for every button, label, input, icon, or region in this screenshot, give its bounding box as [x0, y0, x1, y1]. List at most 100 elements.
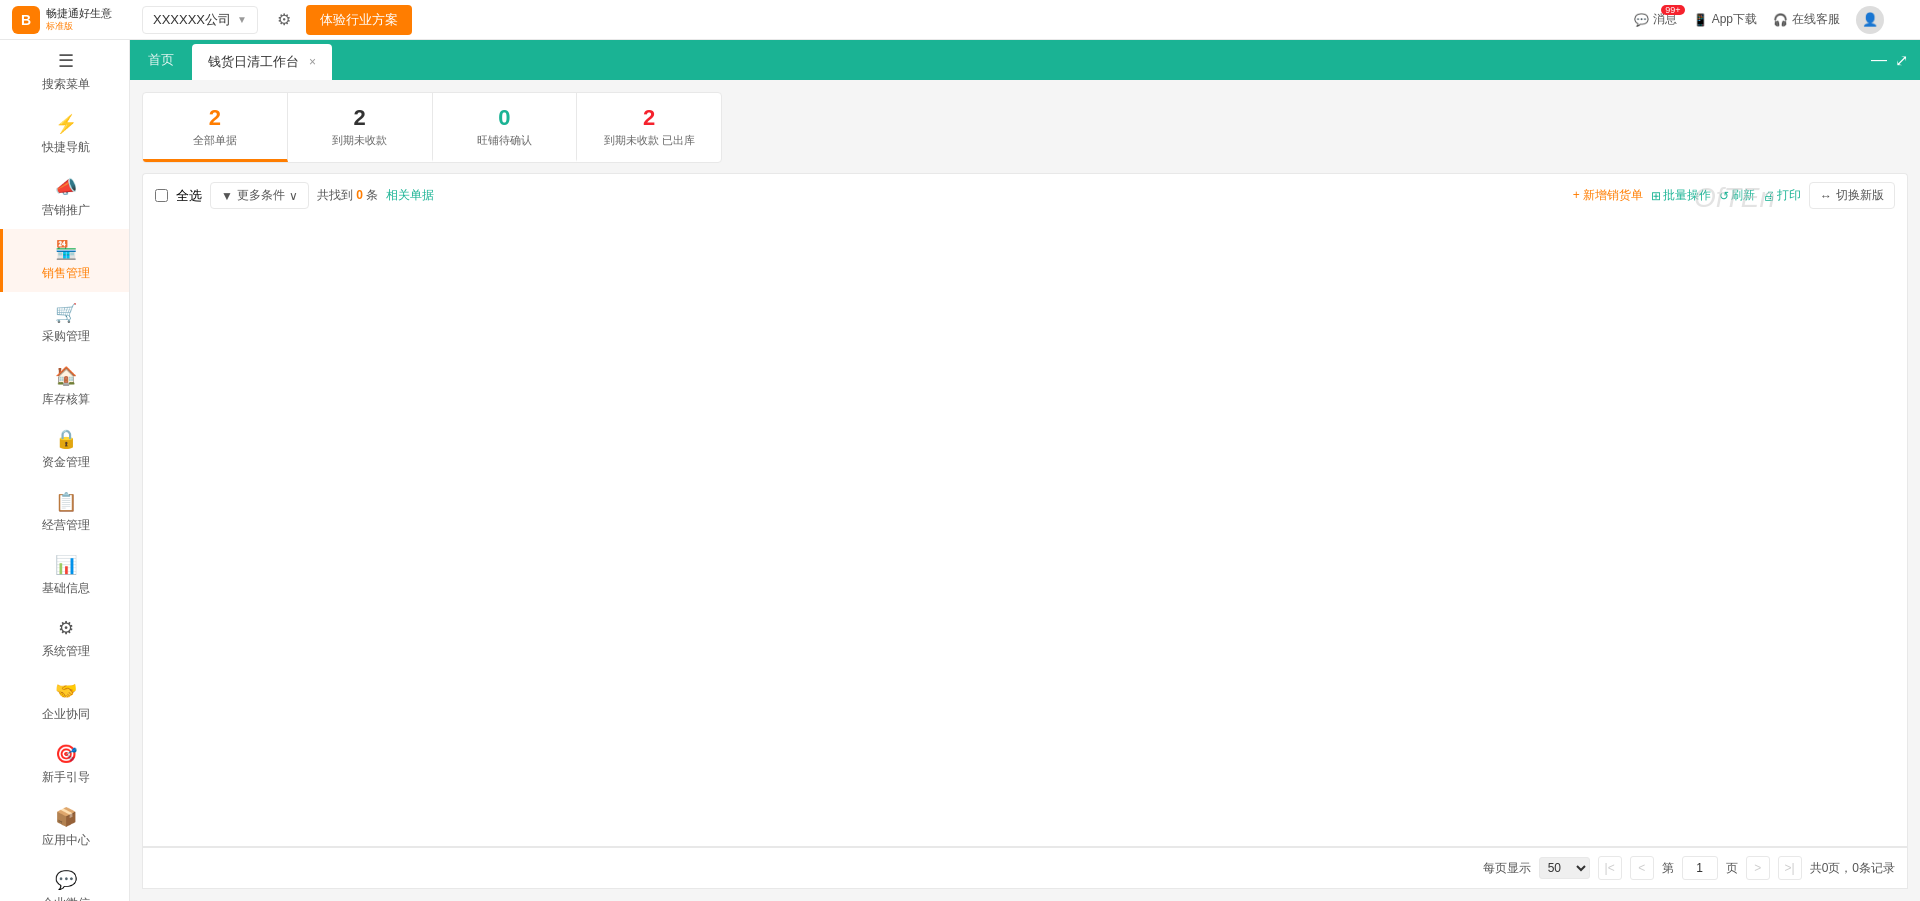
- more-filter-button[interactable]: ▼ 更多条件 ∨: [210, 182, 309, 209]
- app-download-button[interactable]: 📱 App下载: [1693, 11, 1757, 28]
- stat-number-unshipped: 2: [597, 105, 701, 131]
- sidebar-item-system[interactable]: ⚙ 系统管理: [0, 607, 129, 670]
- message-button[interactable]: 💬 消息 99+: [1634, 11, 1677, 28]
- tab-label: 钱货日清工作台: [208, 53, 299, 71]
- message-icon: 💬: [1634, 13, 1649, 27]
- sidebar-label-capital: 资金管理: [42, 454, 90, 471]
- sidebar-item-purchase[interactable]: 🛒 采购管理: [0, 292, 129, 355]
- stats-row: 2 全部单据 2 到期未收款 0 旺铺待确认 2 到期未收款 已出库: [142, 92, 722, 163]
- pagination-bar: 每页显示 50 20 100 |< < 第 页 > >| 共0页，0条记录: [142, 847, 1908, 889]
- filter-label: 更多条件: [237, 187, 285, 204]
- sidebar-item-beginner[interactable]: 🎯 新手引导: [0, 733, 129, 796]
- stat-label-all: 全部单据: [163, 133, 267, 147]
- page-unit: 页: [1726, 860, 1738, 877]
- found-text: 共找到 0 条: [317, 187, 378, 204]
- tab-home[interactable]: 首页: [130, 40, 192, 80]
- new-sales-order-button[interactable]: + 新增销货单: [1573, 187, 1643, 204]
- avatar[interactable]: 👤: [1856, 6, 1884, 34]
- sidebar-label-marketing: 营销推广: [42, 202, 90, 219]
- tab-actions: — ⤢: [1871, 40, 1920, 80]
- sidebar-label-enterprise-coop: 企业协同: [42, 706, 90, 723]
- settings-icon[interactable]: ⚙: [270, 6, 298, 34]
- tab-bar: 首页 钱货日清工作台 × — ⤢: [130, 40, 1920, 80]
- page-text: 第: [1662, 860, 1674, 877]
- batch-operation-button[interactable]: ⊞ 批量操作: [1651, 187, 1711, 204]
- capital-icon: 🔒: [55, 428, 77, 450]
- logo-area: B 畅捷通好生意 标准版: [12, 6, 142, 34]
- sidebar-label-beginner: 新手引导: [42, 769, 90, 786]
- toolbar-right: + 新增销货单 ⊞ 批量操作 ↺ 刷新 🖨 打印 ↔: [1573, 182, 1895, 209]
- tab-maximize-icon[interactable]: ⤢: [1895, 51, 1908, 70]
- stat-card-overdue-unpaid[interactable]: 2 到期未收款: [288, 93, 433, 162]
- service-icon: 🎧: [1773, 13, 1788, 27]
- stat-label-unshipped: 到期未收款 已出库: [597, 133, 701, 147]
- page-content: 2 全部单据 2 到期未收款 0 旺铺待确认 2 到期未收款 已出库: [130, 80, 1920, 901]
- app-download-icon: 📱: [1693, 13, 1708, 27]
- company-selector[interactable]: XXXXXX公司 ▼: [142, 6, 258, 34]
- sidebar-label-ops: 经营管理: [42, 517, 90, 534]
- purchase-icon: 🛒: [55, 302, 77, 324]
- related-orders-link[interactable]: 相关单据: [386, 187, 434, 204]
- quick-nav-icon: ⚡: [55, 113, 77, 135]
- next-page-button[interactable]: >: [1746, 856, 1770, 880]
- logo-icon: B: [12, 6, 40, 34]
- select-all-checkbox[interactable]: [155, 189, 168, 202]
- refresh-button[interactable]: ↺ 刷新: [1719, 187, 1755, 204]
- sidebar-label-sales: 销售管理: [42, 265, 90, 282]
- sidebar-item-marketing[interactable]: 📣 营销推广: [0, 166, 129, 229]
- switch-version-button[interactable]: ↔ 切换新版: [1809, 182, 1895, 209]
- app-center-icon: 📦: [55, 806, 77, 828]
- stat-card-overdue-unshipped[interactable]: 2 到期未收款 已出库: [577, 93, 721, 162]
- toolbar: 全选 ▼ 更多条件 ∨ 共找到 0 条 相关单据 + 新增销货单: [142, 173, 1908, 217]
- sidebar-item-sales[interactable]: 🏪 销售管理: [0, 229, 129, 292]
- tab-close-icon[interactable]: ×: [309, 55, 316, 69]
- sidebar-item-search-menu[interactable]: ☰ 搜索菜单: [0, 40, 129, 103]
- sidebar-item-capital[interactable]: 🔒 资金管理: [0, 418, 129, 481]
- page-number-input[interactable]: [1682, 856, 1718, 880]
- beginner-icon: 🎯: [55, 743, 77, 765]
- sidebar-item-wechat[interactable]: 💬 企业微信: [0, 859, 129, 901]
- sidebar-label-system: 系统管理: [42, 643, 90, 660]
- sidebar-label-purchase: 采购管理: [42, 328, 90, 345]
- sidebar-item-base-info[interactable]: 📊 基础信息: [0, 544, 129, 607]
- prev-page-button[interactable]: <: [1630, 856, 1654, 880]
- experience-button[interactable]: 体验行业方案: [306, 5, 412, 35]
- first-page-button[interactable]: |<: [1598, 856, 1622, 880]
- ops-icon: 📋: [55, 491, 77, 513]
- page-size-label: 每页显示: [1483, 860, 1531, 877]
- message-badge: 99+: [1661, 5, 1684, 15]
- logo-badge: 标准版: [46, 20, 112, 33]
- top-header: B 畅捷通好生意 标准版 XXXXXX公司 ▼ ⚙ 体验行业方案 💬 消息 99…: [0, 0, 1920, 40]
- header-right: 💬 消息 99+ 📱 App下载 🎧 在线客服 👤: [1634, 6, 1900, 34]
- stat-number-all: 2: [163, 105, 267, 131]
- base-info-icon: 📊: [55, 554, 77, 576]
- stat-number-overdue: 2: [308, 105, 412, 131]
- table-area: [142, 217, 1908, 847]
- system-icon: ⚙: [58, 617, 74, 639]
- print-icon: 🖨: [1763, 189, 1775, 203]
- page-size-select[interactable]: 50 20 100: [1539, 857, 1590, 879]
- sidebar-item-app-center[interactable]: 📦 应用中心: [0, 796, 129, 859]
- company-dropdown-arrow: ▼: [237, 14, 247, 25]
- sidebar-label-base-info: 基础信息: [42, 580, 90, 597]
- stat-card-all-orders[interactable]: 2 全部单据: [143, 93, 288, 162]
- sidebar-item-enterprise-coop[interactable]: 🤝 企业协同: [0, 670, 129, 733]
- last-page-button[interactable]: >|: [1778, 856, 1802, 880]
- sidebar-item-quick-nav[interactable]: ⚡ 快捷导航: [0, 103, 129, 166]
- stat-card-wangpu[interactable]: 0 旺铺待确认: [433, 93, 578, 162]
- sidebar-item-ops[interactable]: 📋 经营管理: [0, 481, 129, 544]
- found-count: 0: [356, 188, 363, 202]
- toolbar-left: 全选 ▼ 更多条件 ∨ 共找到 0 条 相关单据: [155, 182, 1565, 209]
- tab-cashflow-workbench[interactable]: 钱货日清工作台 ×: [192, 44, 332, 80]
- switch-icon: ↔: [1820, 189, 1832, 203]
- online-service-button[interactable]: 🎧 在线客服: [1773, 11, 1840, 28]
- print-button[interactable]: 🖨 打印: [1763, 187, 1801, 204]
- logo-title: 畅捷通好生意: [46, 6, 112, 20]
- header-middle: ⚙ 体验行业方案: [258, 5, 1634, 35]
- tab-minimize-icon[interactable]: —: [1871, 51, 1887, 69]
- wechat-icon: 💬: [55, 869, 77, 891]
- sidebar-label-search-menu: 搜索菜单: [42, 76, 90, 93]
- sidebar-item-stock[interactable]: 🏠 库存核算: [0, 355, 129, 418]
- filter-icon: ▼: [221, 189, 233, 203]
- search-menu-icon: ☰: [58, 50, 74, 72]
